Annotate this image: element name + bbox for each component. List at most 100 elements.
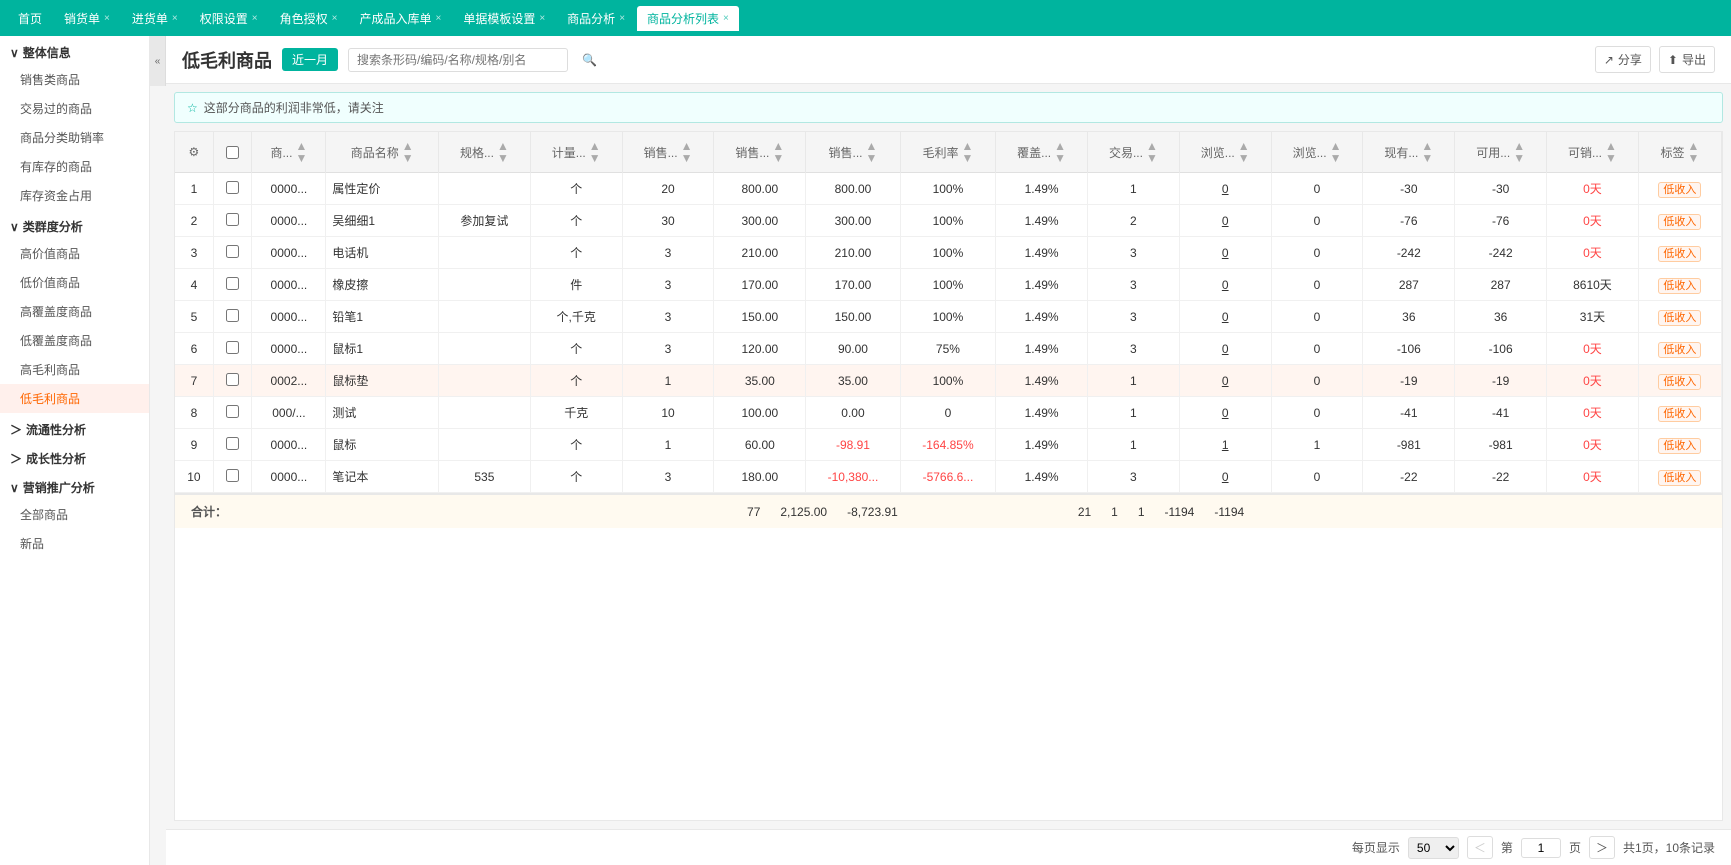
row-checkbox[interactable] — [226, 309, 239, 322]
nav-purchase[interactable]: 进货单 × — [122, 6, 188, 31]
th-tag[interactable]: 标签▲▼ — [1638, 132, 1721, 173]
th-current-stock[interactable]: 现有...▲▼ — [1363, 132, 1455, 173]
sidebar-item-new-goods[interactable]: 新品 — [0, 529, 149, 558]
th-sellable-days[interactable]: 可销...▲▼ — [1547, 132, 1639, 173]
sidebar-item-low-coverage[interactable]: 低覆盖度商品 — [0, 326, 149, 355]
sidebar-group-overall[interactable]: ∨ 整体信息 — [0, 36, 149, 65]
row-checkbox[interactable] — [226, 213, 239, 226]
cell-name[interactable]: 属性定价 — [326, 173, 439, 205]
nav-analysis[interactable]: 商品分析 × — [557, 6, 635, 31]
sidebar-group-flow[interactable]: ＞ 流通性分析 — [0, 413, 149, 442]
row-checkbox[interactable] — [226, 181, 239, 194]
row-checkbox[interactable] — [226, 341, 239, 354]
cell-name[interactable]: 电话机 — [326, 237, 439, 269]
nav-sales-close[interactable]: × — [104, 13, 110, 24]
cell-view1[interactable]: 0 — [1179, 301, 1271, 333]
cell-view1[interactable]: 0 — [1179, 461, 1271, 493]
cell-checkbox[interactable] — [213, 333, 252, 365]
sidebar-item-stocked-goods[interactable]: 有库存的商品 — [0, 152, 149, 181]
nav-purchase-close[interactable]: × — [172, 13, 178, 24]
nav-templates-close[interactable]: × — [539, 13, 545, 24]
cell-view1[interactable]: 0 — [1179, 205, 1271, 237]
cell-view1[interactable]: 0 — [1179, 237, 1271, 269]
row-checkbox[interactable] — [226, 469, 239, 482]
sidebar-item-sales-goods[interactable]: 销售类商品 — [0, 65, 149, 94]
nav-sales[interactable]: 销货单 × — [54, 6, 120, 31]
th-sales-qty[interactable]: 销售...▲▼ — [622, 132, 714, 173]
cell-view1[interactable]: 0 — [1179, 365, 1271, 397]
nav-home[interactable]: 首页 — [8, 6, 52, 31]
th-name[interactable]: 商品名称▲▼ — [326, 132, 439, 173]
th-available-stock[interactable]: 可用...▲▼ — [1455, 132, 1547, 173]
nav-products-close[interactable]: × — [435, 13, 441, 24]
th-view1[interactable]: 浏览...▲▼ — [1179, 132, 1271, 173]
search-input[interactable] — [348, 48, 568, 72]
per-page-select[interactable]: 50 100 200 — [1408, 837, 1459, 859]
cell-checkbox[interactable] — [213, 205, 252, 237]
nav-products[interactable]: 产成品入库单 × — [349, 6, 451, 31]
next-page-btn[interactable]: ＞ — [1589, 836, 1615, 859]
sidebar-item-traded-goods[interactable]: 交易过的商品 — [0, 94, 149, 123]
sidebar-group-marketing[interactable]: ∨ 营销推广分析 — [0, 471, 149, 500]
th-view2[interactable]: 浏览...▲▼ — [1271, 132, 1363, 173]
cell-name[interactable]: 鼠标1 — [326, 333, 439, 365]
cell-view1[interactable]: 0 — [1179, 269, 1271, 301]
sidebar-item-low-margin[interactable]: 低毛利商品 — [0, 384, 149, 413]
th-settings[interactable]: ⚙ — [175, 132, 213, 173]
period-button[interactable]: 近一月 — [282, 48, 338, 71]
nav-analysis-list-close[interactable]: × — [723, 13, 729, 24]
sidebar-item-stock-funds[interactable]: 库存资金占用 — [0, 181, 149, 210]
cell-view1[interactable]: 1 — [1179, 429, 1271, 461]
nav-roles[interactable]: 角色授权 × — [270, 6, 348, 31]
nav-permissions-close[interactable]: × — [252, 13, 258, 24]
cell-name[interactable]: 吴细细1 — [326, 205, 439, 237]
nav-analysis-list[interactable]: 商品分析列表 × — [637, 6, 739, 31]
cell-view1[interactable]: 0 — [1179, 397, 1271, 429]
cell-checkbox[interactable] — [213, 301, 252, 333]
row-checkbox[interactable] — [226, 277, 239, 290]
sidebar-item-high-coverage[interactable]: 高覆盖度商品 — [0, 297, 149, 326]
share-button[interactable]: ↗ 分享 — [1595, 46, 1651, 73]
cell-checkbox[interactable] — [213, 365, 252, 397]
select-all-checkbox[interactable] — [226, 146, 239, 159]
th-code[interactable]: 商...▲▼ — [252, 132, 326, 173]
nav-roles-close[interactable]: × — [332, 13, 338, 24]
th-sales-price[interactable]: 销售...▲▼ — [714, 132, 806, 173]
row-checkbox[interactable] — [226, 437, 239, 450]
cell-name[interactable]: 橡皮擦 — [326, 269, 439, 301]
export-button[interactable]: ⬆ 导出 — [1659, 46, 1715, 73]
nav-analysis-close[interactable]: × — [619, 13, 625, 24]
cell-name[interactable]: 笔记本 — [326, 461, 439, 493]
cell-name[interactable]: 测试 — [326, 397, 439, 429]
nav-templates[interactable]: 单据模板设置 × — [453, 6, 555, 31]
sidebar-group-growth[interactable]: ＞ 成长性分析 — [0, 442, 149, 471]
cell-checkbox[interactable] — [213, 237, 252, 269]
sidebar-item-high-value[interactable]: 高价值商品 — [0, 239, 149, 268]
th-sales-amount[interactable]: 销售...▲▼ — [806, 132, 900, 173]
cell-checkbox[interactable] — [213, 429, 252, 461]
cell-view1[interactable]: 0 — [1179, 173, 1271, 205]
th-trade-count[interactable]: 交易...▲▼ — [1087, 132, 1179, 173]
cell-name[interactable]: 铅笔1 — [326, 301, 439, 333]
th-gross-margin[interactable]: 毛利率▲▼ — [900, 132, 995, 173]
cell-view1[interactable]: 0 — [1179, 333, 1271, 365]
cell-checkbox[interactable] — [213, 269, 252, 301]
nav-permissions[interactable]: 权限设置 × — [190, 6, 268, 31]
sidebar-item-category-rate[interactable]: 商品分类助销率 — [0, 123, 149, 152]
th-coverage[interactable]: 覆盖...▲▼ — [996, 132, 1088, 173]
sidebar-item-high-margin[interactable]: 高毛利商品 — [0, 355, 149, 384]
row-checkbox[interactable] — [226, 245, 239, 258]
cell-name[interactable]: 鼠标 — [326, 429, 439, 461]
cell-checkbox[interactable] — [213, 173, 252, 205]
th-unit[interactable]: 计量...▲▼ — [530, 132, 622, 173]
cell-name[interactable]: 鼠标垫 — [326, 365, 439, 397]
sidebar-collapse-btn[interactable]: « — [150, 36, 166, 86]
th-spec[interactable]: 规格...▲▼ — [438, 132, 530, 173]
cell-checkbox[interactable] — [213, 397, 252, 429]
search-icon[interactable]: 🔍 — [582, 53, 597, 67]
sidebar-item-low-value[interactable]: 低价值商品 — [0, 268, 149, 297]
th-checkbox[interactable] — [213, 132, 252, 173]
row-checkbox[interactable] — [226, 373, 239, 386]
sidebar-group-cluster[interactable]: ∨ 类群度分析 — [0, 210, 149, 239]
prev-page-btn[interactable]: ＜ — [1467, 836, 1493, 859]
